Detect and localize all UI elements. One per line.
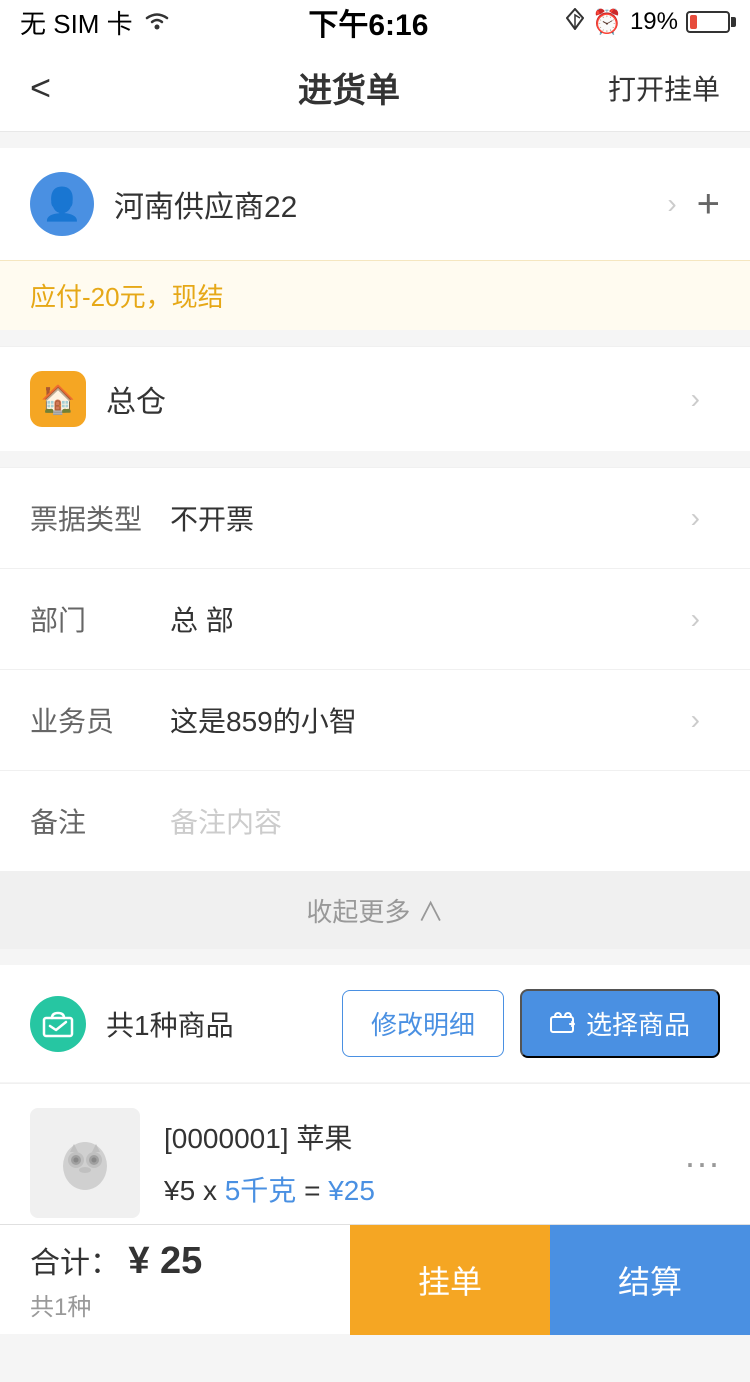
wifi-icon — [143, 7, 171, 38]
invoice-row[interactable]: 票据类型 不开票 › — [0, 468, 750, 569]
supplier-avatar: 👤 — [30, 172, 94, 236]
salesperson-value: 这是859的小智 — [170, 700, 691, 740]
nav-bar: < 进货单 打开挂单 — [0, 44, 750, 132]
open-pending-button[interactable]: 打开挂单 — [608, 68, 720, 108]
warehouse-icon: 🏠 — [30, 371, 86, 427]
salesperson-row[interactable]: 业务员 这是859的小智 › — [0, 670, 750, 771]
page-title: 进货单 — [298, 63, 400, 112]
remark-row[interactable]: 备注 备注内容 — [0, 771, 750, 872]
unit-price: ¥5 — [164, 1175, 195, 1206]
select-product-label: 选择商品 — [586, 1005, 690, 1042]
item-total: ¥25 — [328, 1175, 375, 1206]
product-count-label: 共1种商品 — [106, 1004, 342, 1044]
bottom-bar: 合计： ¥ 25 共1种 挂单 结算 — [0, 1224, 750, 1334]
equals-sign: = — [304, 1175, 328, 1206]
quantity: 5千克 — [225, 1175, 297, 1206]
avatar-icon: 👤 — [42, 185, 82, 223]
checkout-button[interactable]: 结算 — [550, 1225, 750, 1335]
product-code: [0000001] — [164, 1123, 289, 1154]
status-left: 无 SIM 卡 — [20, 4, 171, 41]
form-section: 票据类型 不开票 › 部门 总 部 › 业务员 这是859的小智 › 备注 备注… — [0, 467, 750, 872]
salesperson-label: 业务员 — [30, 700, 170, 740]
section-gap-1 — [0, 132, 750, 148]
status-right: ⏰ 19% — [566, 8, 730, 37]
status-time: 下午6:16 — [308, 0, 428, 44]
section-gap-3 — [0, 451, 750, 467]
dept-chevron-icon: › — [691, 603, 700, 635]
collapse-button[interactable]: 收起更多 ∧ — [0, 872, 750, 949]
add-button[interactable]: + — [697, 182, 720, 227]
carrier-label: 无 SIM 卡 — [20, 4, 133, 41]
warehouse-section: 🏠 总仓 › — [0, 346, 750, 451]
battery-icon — [686, 11, 730, 33]
invoice-value: 不开票 — [170, 498, 691, 538]
warehouse-name: 总仓 — [106, 377, 691, 421]
dept-label: 部门 — [30, 599, 170, 639]
product-icon — [30, 996, 86, 1052]
invoice-chevron-icon: › — [691, 502, 700, 534]
warehouse-row[interactable]: 🏠 总仓 › — [0, 346, 750, 451]
product-info: [0000001] 苹果 ¥5 x 5千克 = ¥25 — [164, 1117, 684, 1209]
total-section: 合计： ¥ 25 共1种 — [0, 1238, 350, 1322]
product-thumbnail — [30, 1108, 140, 1218]
hold-button[interactable]: 挂单 — [350, 1225, 550, 1335]
supplier-chevron-icon: › — [667, 188, 676, 220]
total-label: 合计： — [30, 1247, 120, 1280]
section-gap-4 — [0, 949, 750, 965]
remark-label: 备注 — [30, 801, 170, 841]
total-amount: ¥ 25 — [128, 1240, 202, 1282]
back-button[interactable]: < — [30, 67, 90, 109]
warehouse-chevron-icon: › — [691, 383, 700, 415]
alarm-icon: ⏰ — [592, 8, 622, 37]
multiply-sign: x — [203, 1175, 225, 1206]
product-name: [0000001] 苹果 — [164, 1117, 684, 1157]
remark-placeholder: 备注内容 — [170, 801, 720, 841]
battery-percent: 19% — [630, 8, 678, 36]
product-price: ¥5 x 5千克 = ¥25 — [164, 1169, 684, 1209]
dept-row[interactable]: 部门 总 部 › — [0, 569, 750, 670]
supplier-alert: 应付-20元，现结 — [0, 260, 750, 330]
edit-detail-button[interactable]: 修改明细 — [342, 990, 504, 1057]
dept-value: 总 部 — [170, 599, 691, 639]
supplier-row[interactable]: 👤 河南供应商22 › + — [0, 148, 750, 260]
product-item: [0000001] 苹果 ¥5 x 5千克 = ¥25 ··· — [0, 1083, 750, 1242]
location-icon — [566, 8, 584, 37]
product-header: 共1种商品 修改明细 选择商品 — [0, 965, 750, 1082]
supplier-section: 👤 河南供应商22 › + 应付-20元，现结 — [0, 148, 750, 330]
status-bar: 无 SIM 卡 下午6:16 ⏰ 19% — [0, 0, 750, 44]
total-count: 共1种 — [30, 1287, 320, 1322]
supplier-name: 河南供应商22 — [114, 182, 667, 226]
more-options-button[interactable]: ··· — [684, 1142, 720, 1184]
total-row: 合计： ¥ 25 — [30, 1238, 320, 1283]
invoice-label: 票据类型 — [30, 498, 170, 538]
salesperson-chevron-icon: › — [691, 704, 700, 736]
section-gap-2 — [0, 330, 750, 346]
product-title: 苹果 — [296, 1123, 352, 1154]
select-product-button[interactable]: 选择商品 — [520, 989, 720, 1058]
